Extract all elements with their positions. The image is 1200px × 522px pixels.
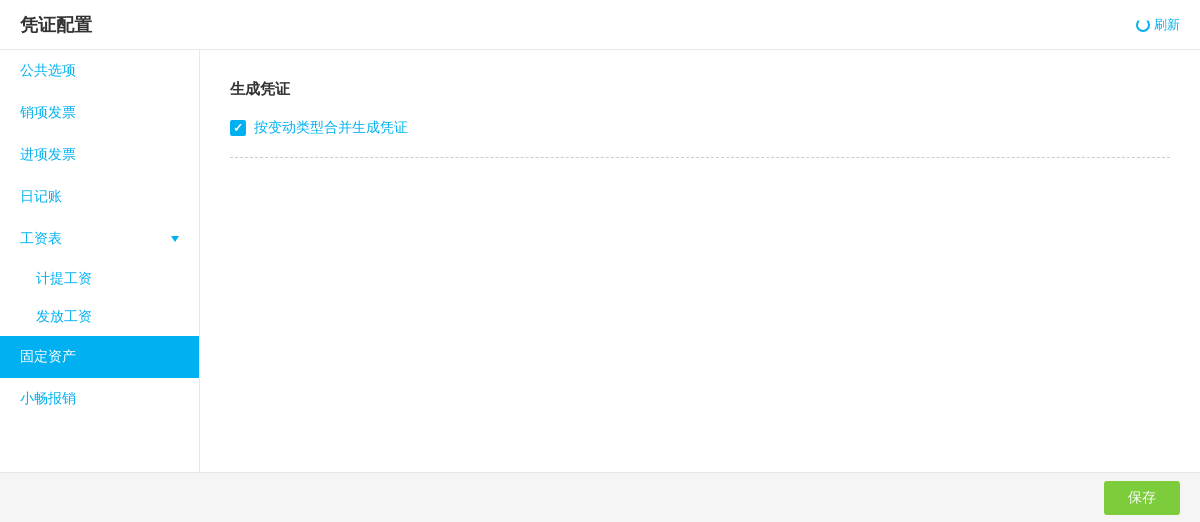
save-button[interactable]: 保存 [1104,481,1180,515]
refresh-button[interactable]: 刷新 [1136,16,1180,34]
main-content: 生成凭证 ✓ 按变动类型合并生成凭证 [200,50,1200,472]
sidebar-item-label: 发放工资 [36,308,92,324]
merge-checkbox-label: 按变动类型合并生成凭证 [254,119,408,137]
sidebar-item-label: 工资表 [20,230,62,248]
checkmark-icon: ✓ [233,122,243,134]
refresh-label: 刷新 [1154,16,1180,34]
sidebar-item-label: 日记账 [20,188,62,206]
sidebar-item-label: 进项发票 [20,146,76,164]
sidebar-item-diary-account[interactable]: 日记账 [0,176,199,218]
footer: 保存 [0,472,1200,522]
sidebar-item-accrued-payroll[interactable]: 计提工资 [0,260,199,298]
sidebar-item-label: 公共选项 [20,62,76,80]
sidebar-item-payroll-table[interactable]: 工资表 [0,218,199,260]
divider [230,157,1170,158]
sidebar-item-purchase-invoice[interactable]: 进项发票 [0,134,199,176]
sidebar: 公共选项销项发票进项发票日记账工资表计提工资发放工资固定资产小畅报销 [0,50,200,472]
sidebar-item-public-options[interactable]: 公共选项 [0,50,199,92]
sidebar-item-distribute-payroll[interactable]: 发放工资 [0,298,199,336]
sidebar-item-label: 计提工资 [36,270,92,286]
sidebar-item-petty-expense[interactable]: 小畅报销 [0,378,199,420]
chevron-down-icon [171,236,179,242]
refresh-icon [1136,18,1150,32]
section-title: 生成凭证 [230,80,1170,99]
sidebar-item-fixed-assets[interactable]: 固定资产 [0,336,199,378]
header: 凭证配置 刷新 [0,0,1200,50]
merge-checkbox[interactable]: ✓ [230,120,246,136]
merge-checkbox-row[interactable]: ✓ 按变动类型合并生成凭证 [230,119,1170,137]
sidebar-item-label: 销项发票 [20,104,76,122]
body: 公共选项销项发票进项发票日记账工资表计提工资发放工资固定资产小畅报销 生成凭证 … [0,50,1200,472]
page-title: 凭证配置 [20,13,92,37]
sidebar-item-label: 固定资产 [20,348,76,366]
sidebar-item-label: 小畅报销 [20,390,76,408]
sidebar-item-sales-invoice[interactable]: 销项发票 [0,92,199,134]
